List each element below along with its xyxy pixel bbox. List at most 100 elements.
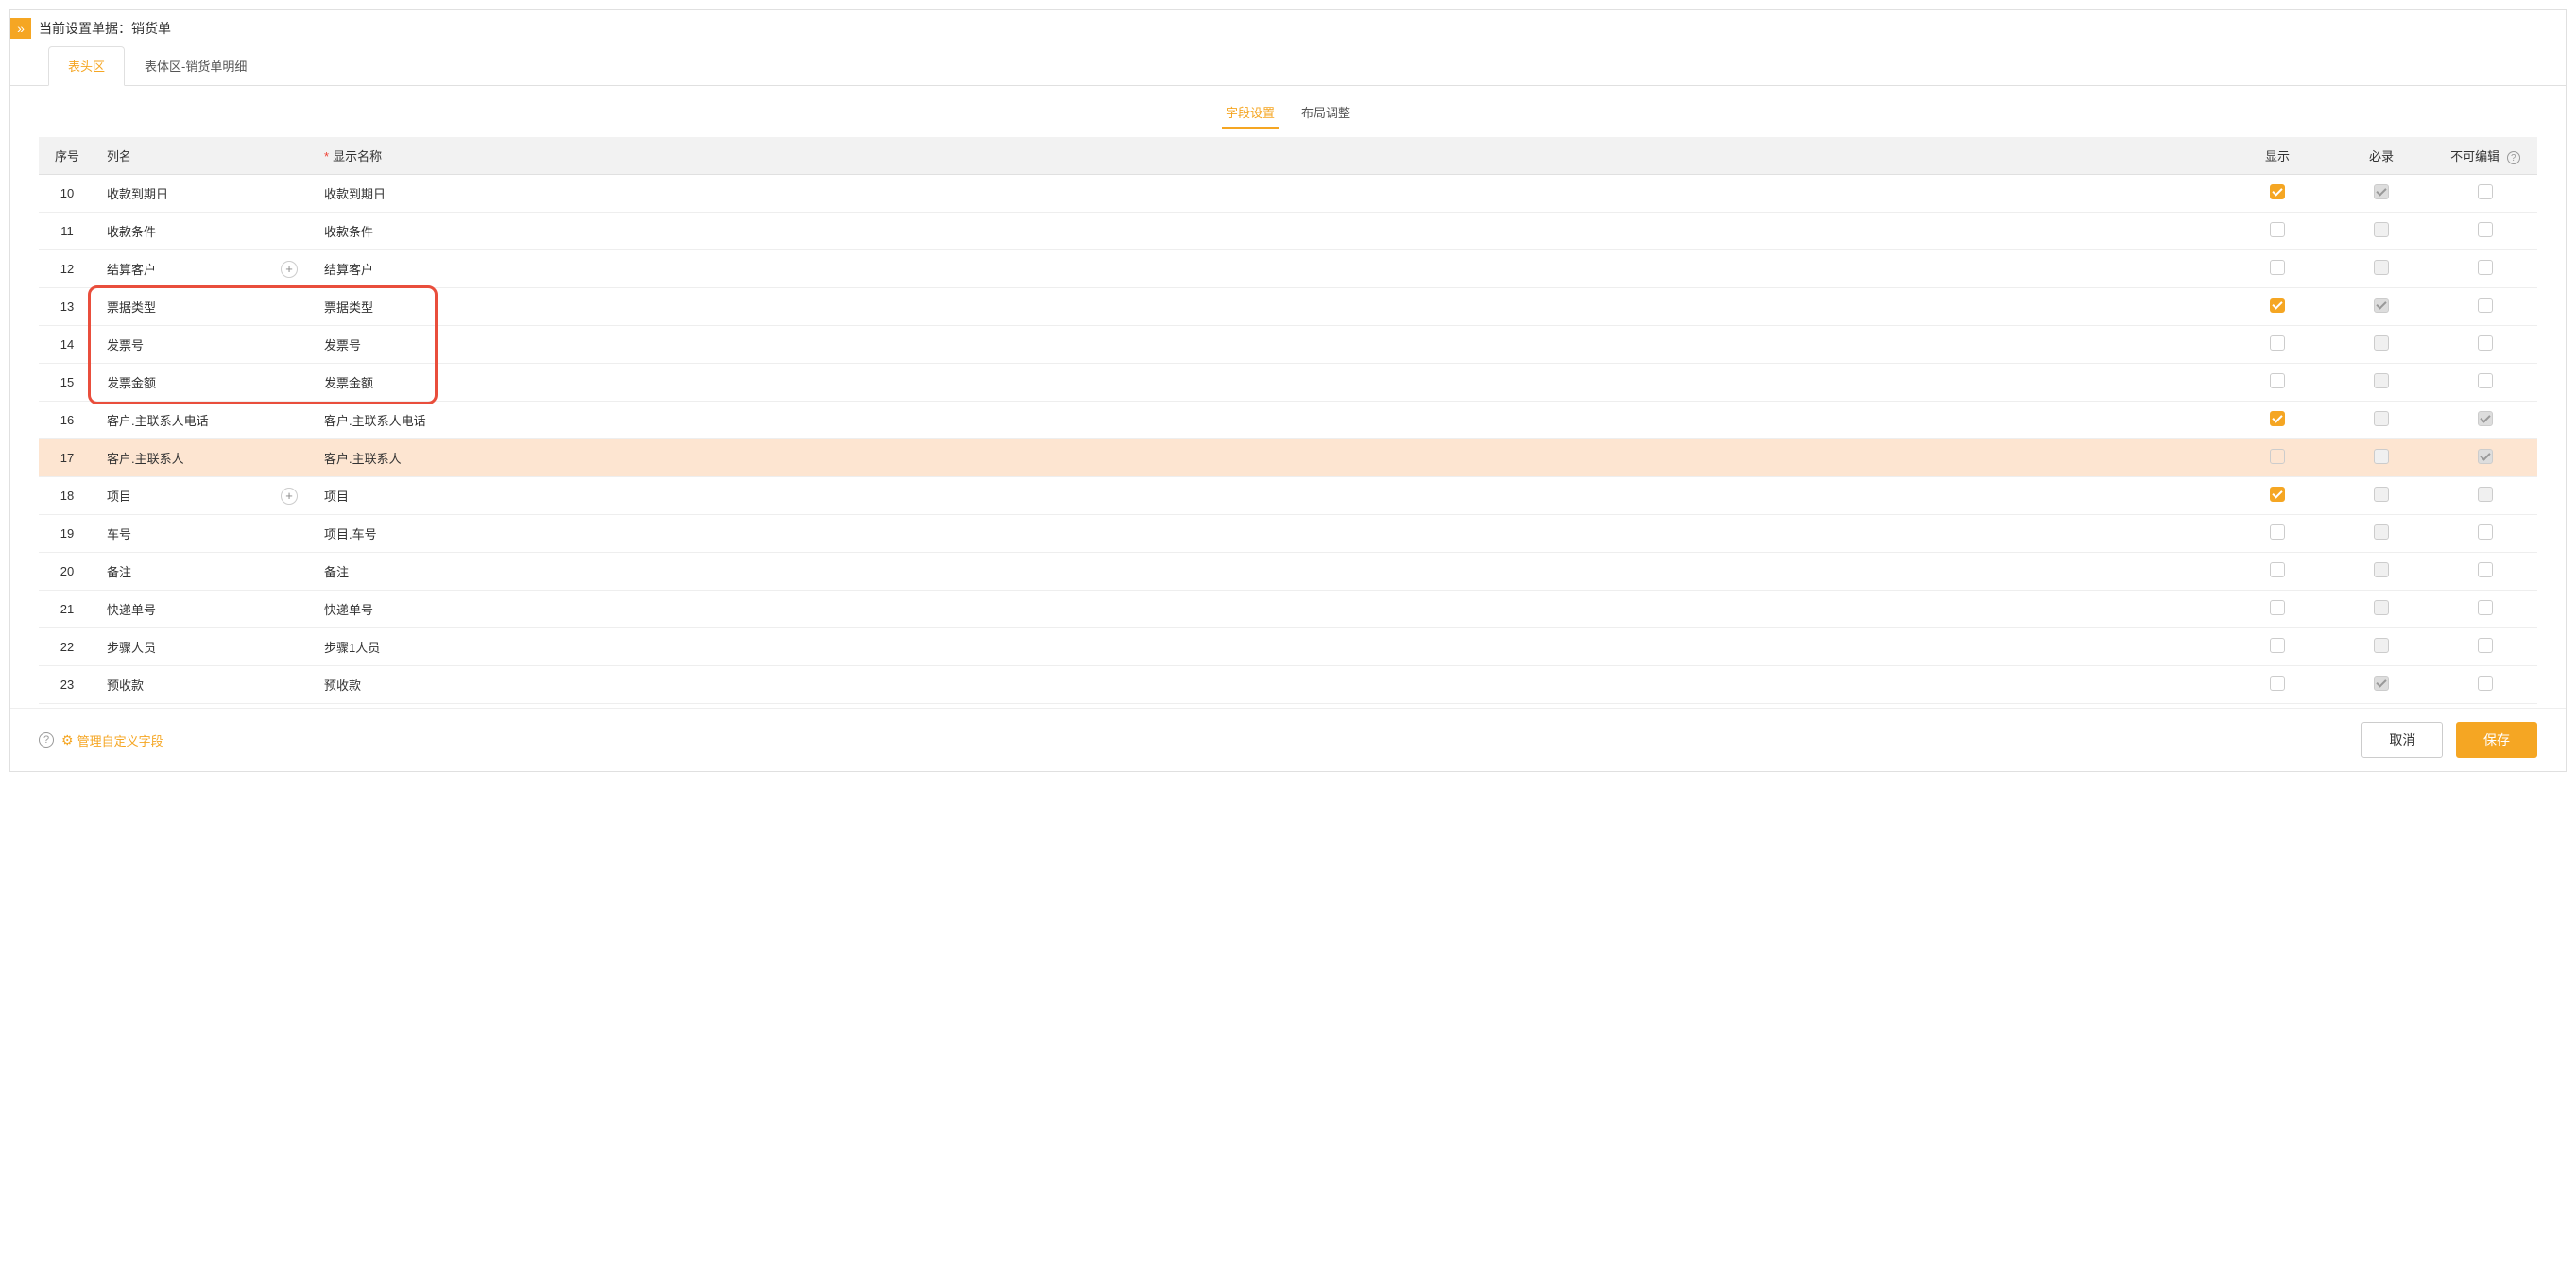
- top-tab-0[interactable]: 表头区: [48, 46, 125, 86]
- checkbox-readonly: [2478, 487, 2493, 502]
- table-row[interactable]: 10收款到期日收款到期日: [39, 175, 2537, 213]
- checkbox-show[interactable]: [2270, 638, 2285, 653]
- cell-display-name[interactable]: 收款到期日: [313, 175, 2225, 213]
- sub-tabs: 字段设置布局调整: [10, 86, 2566, 129]
- cell-col-name: 发票金额: [95, 364, 313, 402]
- cell-display-name[interactable]: 预收款: [313, 666, 2225, 704]
- table-row[interactable]: 22步骤人员步骤1人员: [39, 628, 2537, 666]
- checkbox-show[interactable]: [2270, 335, 2285, 351]
- table-row[interactable]: 17客户.主联系人客户.主联系人: [39, 439, 2537, 477]
- cell-col-name: 步骤人员: [95, 628, 313, 666]
- checkbox-required: [2374, 184, 2389, 199]
- expand-sidebar-icon[interactable]: »: [10, 18, 31, 39]
- checkbox-required: [2374, 260, 2389, 275]
- top-tab-1[interactable]: 表体区-销货单明细: [125, 46, 266, 85]
- table-row[interactable]: 14发票号发票号: [39, 326, 2537, 364]
- table-row[interactable]: 20备注备注: [39, 553, 2537, 591]
- cell-seq: 17: [39, 439, 95, 477]
- checkbox-show[interactable]: [2270, 373, 2285, 388]
- checkbox-show[interactable]: [2270, 562, 2285, 577]
- th-seq: 序号: [39, 137, 95, 175]
- checkbox-show[interactable]: [2270, 260, 2285, 275]
- cell-display-name[interactable]: 项目: [313, 477, 2225, 515]
- checkbox-readonly[interactable]: [2478, 373, 2493, 388]
- checkbox-required: [2374, 298, 2389, 313]
- checkbox-required: [2374, 487, 2389, 502]
- cell-display-name[interactable]: 步骤1人员: [313, 628, 2225, 666]
- checkbox-show[interactable]: [2270, 487, 2285, 502]
- checkbox-readonly[interactable]: [2478, 524, 2493, 540]
- save-button[interactable]: 保存: [2456, 722, 2537, 758]
- cell-col-name: 收款到期日: [95, 175, 313, 213]
- cell-display-name[interactable]: 票据类型: [313, 288, 2225, 326]
- cell-display-name[interactable]: 项目.车号: [313, 515, 2225, 553]
- checkbox-show[interactable]: [2270, 449, 2285, 464]
- sub-tab-0[interactable]: 字段设置: [1222, 97, 1279, 129]
- table-row[interactable]: 19车号项目.车号: [39, 515, 2537, 553]
- cell-display-name[interactable]: 结算客户: [313, 250, 2225, 288]
- checkbox-readonly: [2478, 411, 2493, 426]
- checkbox-readonly[interactable]: [2478, 562, 2493, 577]
- checkbox-readonly[interactable]: [2478, 676, 2493, 691]
- table-row[interactable]: 23预收款预收款: [39, 666, 2537, 704]
- checkbox-readonly[interactable]: [2478, 222, 2493, 237]
- cell-seq: 15: [39, 364, 95, 402]
- manage-custom-fields-link[interactable]: ⚙ 管理自定义字段: [61, 731, 163, 749]
- checkbox-readonly[interactable]: [2478, 184, 2493, 199]
- cell-seq: 19: [39, 515, 95, 553]
- checkbox-readonly[interactable]: [2478, 335, 2493, 351]
- checkbox-required: [2374, 449, 2389, 464]
- plus-icon[interactable]: +: [281, 488, 298, 505]
- checkbox-show[interactable]: [2270, 411, 2285, 426]
- table-row[interactable]: 11收款条件收款条件: [39, 213, 2537, 250]
- table-row[interactable]: 15发票金额发票金额: [39, 364, 2537, 402]
- cell-seq: 21: [39, 591, 95, 628]
- help-icon[interactable]: ?: [2507, 151, 2520, 164]
- table-row[interactable]: 13票据类型票据类型: [39, 288, 2537, 326]
- checkbox-required: [2374, 676, 2389, 691]
- cell-seq: 23: [39, 666, 95, 704]
- page-title: 当前设置单据：销货单: [39, 19, 171, 38]
- cell-seq: 18: [39, 477, 95, 515]
- cell-col-name: 客户.主联系人: [95, 439, 313, 477]
- th-show: 显示: [2225, 137, 2329, 175]
- checkbox-show[interactable]: [2270, 600, 2285, 615]
- table-row[interactable]: 12结算客户+结算客户: [39, 250, 2537, 288]
- checkbox-readonly[interactable]: [2478, 638, 2493, 653]
- checkbox-show[interactable]: [2270, 676, 2285, 691]
- cell-seq: 11: [39, 213, 95, 250]
- checkbox-show[interactable]: [2270, 184, 2285, 199]
- checkbox-show[interactable]: [2270, 222, 2285, 237]
- help-icon[interactable]: ?: [39, 732, 54, 748]
- cell-display-name[interactable]: 发票号: [313, 326, 2225, 364]
- th-readonly: 不可编辑 ?: [2433, 137, 2537, 175]
- cell-seq: 16: [39, 402, 95, 439]
- cell-col-name: 预收款: [95, 666, 313, 704]
- checkbox-show[interactable]: [2270, 524, 2285, 540]
- cell-col-name: 项目+: [95, 477, 313, 515]
- cell-seq: 14: [39, 326, 95, 364]
- sub-tab-1[interactable]: 布局调整: [1297, 97, 1354, 129]
- cell-col-name: 发票号: [95, 326, 313, 364]
- checkbox-required: [2374, 600, 2389, 615]
- checkbox-required: [2374, 524, 2389, 540]
- plus-icon[interactable]: +: [281, 261, 298, 278]
- checkbox-readonly[interactable]: [2478, 260, 2493, 275]
- table-row[interactable]: 18项目+项目: [39, 477, 2537, 515]
- cell-col-name: 备注: [95, 553, 313, 591]
- th-required: 必录: [2329, 137, 2433, 175]
- table-row[interactable]: 16客户.主联系人电话客户.主联系人电话: [39, 402, 2537, 439]
- cell-display-name[interactable]: 客户.主联系人电话: [313, 402, 2225, 439]
- cell-display-name[interactable]: 客户.主联系人: [313, 439, 2225, 477]
- checkbox-readonly[interactable]: [2478, 600, 2493, 615]
- checkbox-readonly[interactable]: [2478, 298, 2493, 313]
- cell-display-name[interactable]: 收款条件: [313, 213, 2225, 250]
- cell-col-name: 收款条件: [95, 213, 313, 250]
- cancel-button[interactable]: 取消: [2361, 722, 2443, 758]
- table-row[interactable]: 21快递单号快递单号: [39, 591, 2537, 628]
- checkbox-show[interactable]: [2270, 298, 2285, 313]
- checkbox-required: [2374, 373, 2389, 388]
- cell-display-name[interactable]: 备注: [313, 553, 2225, 591]
- cell-display-name[interactable]: 发票金额: [313, 364, 2225, 402]
- cell-display-name[interactable]: 快递单号: [313, 591, 2225, 628]
